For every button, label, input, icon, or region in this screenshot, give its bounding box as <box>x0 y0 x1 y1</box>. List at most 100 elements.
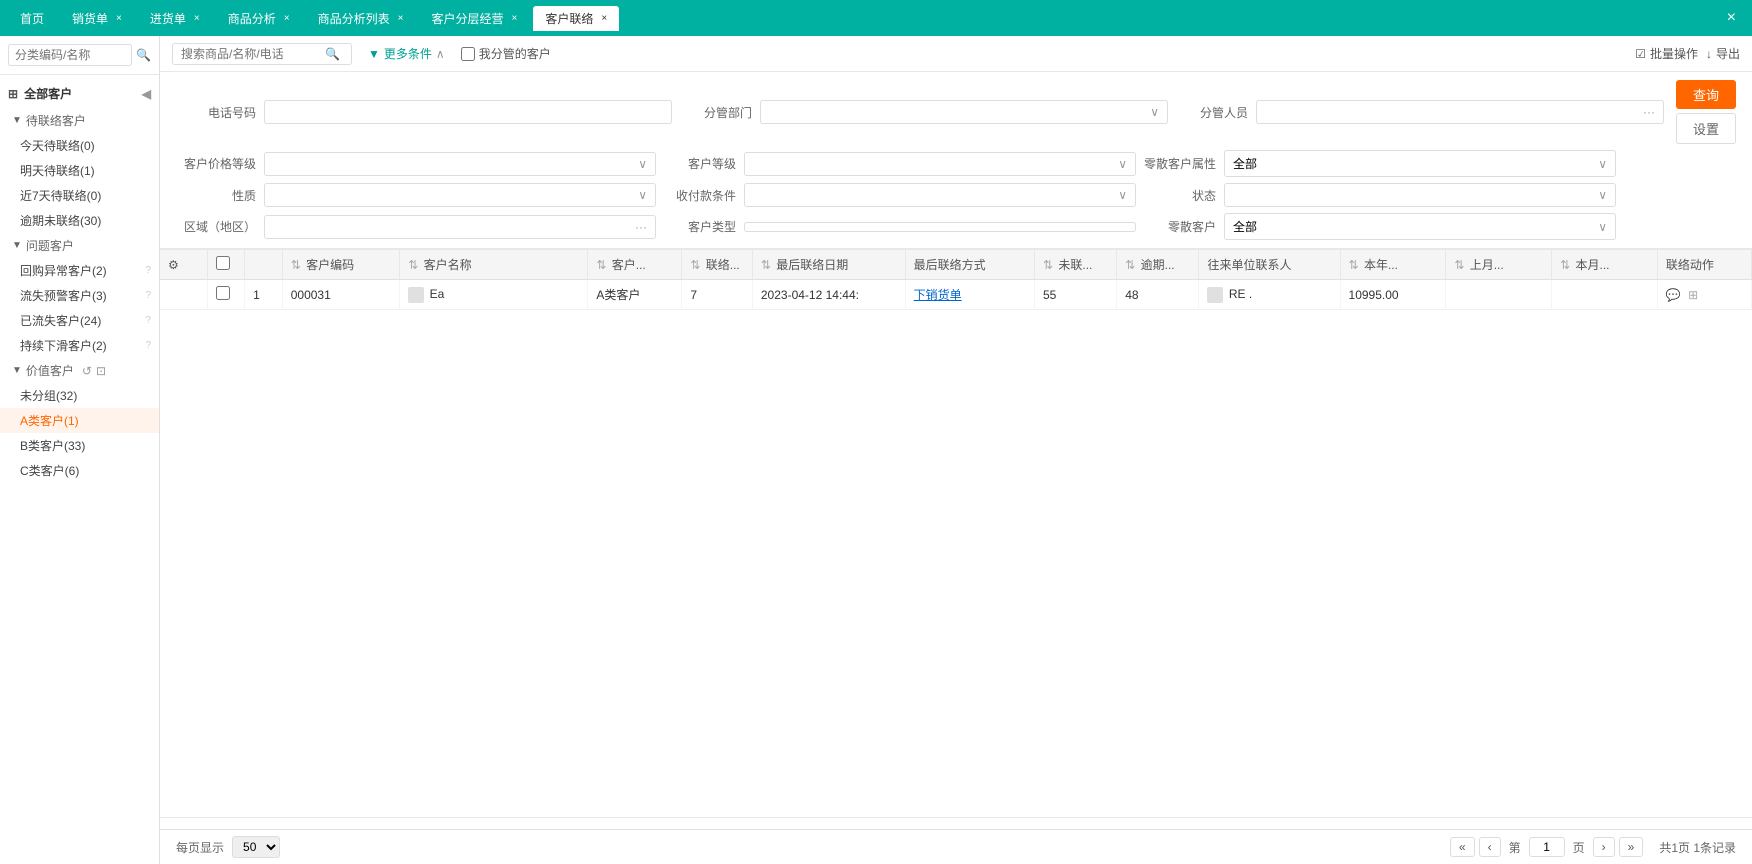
col-settings[interactable]: ⚙ <box>160 250 207 280</box>
next-page-button[interactable]: › <box>1593 837 1615 857</box>
refresh-icon[interactable]: ↺ <box>82 364 92 378</box>
nature-select[interactable]: ∨ <box>264 183 656 207</box>
price-level-select[interactable]: ∨ <box>264 152 656 176</box>
col-contact[interactable]: ⇅ 联络... <box>682 250 753 280</box>
query-button[interactable]: 查询 <box>1676 80 1736 109</box>
export-button[interactable]: ↓ 导出 <box>1706 45 1740 62</box>
horizontal-scrollbar[interactable] <box>160 817 1752 829</box>
col-contact2[interactable]: 往来单位联系人 <box>1199 250 1340 280</box>
search-icon[interactable]: 🔍 <box>325 47 340 61</box>
close-sales-icon[interactable]: × <box>116 13 122 24</box>
sidebar-item-class-c[interactable]: C类客户(6) <box>0 458 159 483</box>
sidebar-item-declining[interactable]: 持续下滑客户(2) ? <box>0 333 159 358</box>
help-icon-1[interactable]: ? <box>145 265 151 276</box>
nav-customer-mgmt[interactable]: 客户分层经营 × <box>419 6 529 31</box>
customer-level-select[interactable]: ∨ <box>744 152 1136 176</box>
sidebar-item-churned[interactable]: 已流失客户(24) ? <box>0 308 159 333</box>
row-checkbox[interactable] <box>207 280 245 310</box>
sidebar-all-customers[interactable]: ⊞ 全部客户 ◀ <box>0 79 159 108</box>
sidebar-collapse-icon[interactable]: ◀ <box>142 87 151 101</box>
action-more-icon[interactable]: ⊞ <box>1688 288 1698 302</box>
sidebar-item-ungraded-label: 未分组(32) <box>20 387 77 404</box>
sidebar-item-churning[interactable]: 流失预警客户(3) ? <box>0 283 159 308</box>
last-method-link[interactable]: 下销货单 <box>914 288 962 302</box>
retail-attr-select[interactable]: 全部 ∨ <box>1224 150 1616 177</box>
action-chat-icon[interactable]: 💬 <box>1666 288 1681 302</box>
sidebar-item-tomorrow[interactable]: 明天待联络(1) <box>0 158 159 183</box>
help-icon-2[interactable]: ? <box>145 290 151 301</box>
retail-select[interactable]: 全部 ∨ <box>1224 213 1616 240</box>
manager-select[interactable]: ··· <box>1256 100 1664 124</box>
close-all-button[interactable]: × <box>1719 5 1744 31</box>
row-no-contact: 55 <box>1034 280 1116 310</box>
close-purchase-icon[interactable]: × <box>194 13 200 24</box>
col-type[interactable]: ⇅ 客户... <box>588 250 682 280</box>
nav-purchase[interactable]: 进货单 × <box>138 6 212 31</box>
col-code[interactable]: ⇅ 客户编码 <box>282 250 400 280</box>
close-product-analysis-icon[interactable]: × <box>284 13 290 24</box>
my-customers-checkbox[interactable] <box>461 47 475 61</box>
nav-customer-contact[interactable]: 客户联络 × <box>533 6 619 31</box>
bulk-ops-button[interactable]: ☑ 批量操作 <box>1635 45 1698 62</box>
sidebar-item-today[interactable]: 今天待联络(0) <box>0 133 159 158</box>
sidebar-search-icon[interactable]: 🔍 <box>136 48 151 62</box>
last-page-button[interactable]: » <box>1619 837 1644 857</box>
nav-product-analysis[interactable]: 商品分析 × <box>216 6 302 31</box>
col-this-year[interactable]: ⇅ 本年... <box>1340 250 1446 280</box>
dept-select[interactable]: ∨ <box>760 100 1168 124</box>
col-last-method[interactable]: 最后联络方式 <box>905 250 1034 280</box>
page-size-select[interactable]: 50 <box>232 836 280 858</box>
status-select[interactable]: ∨ <box>1224 183 1616 207</box>
first-page-button[interactable]: « <box>1450 837 1475 857</box>
sidebar-item-overdue[interactable]: 逾期未联络(30) <box>0 208 159 233</box>
nav-sales[interactable]: 销货单 × <box>60 6 134 31</box>
col-no-contact[interactable]: ⇅ 未联... <box>1034 250 1116 280</box>
region-select[interactable]: ··· <box>264 215 656 239</box>
col-this-month[interactable]: ⇅ 本月... <box>1552 250 1658 280</box>
customer-level-arrow-icon: ∨ <box>1118 157 1127 171</box>
col-name[interactable]: ⇅ 客户名称 <box>400 250 588 280</box>
col-last-month[interactable]: ⇅ 上月... <box>1446 250 1552 280</box>
sidebar-item-abnormal[interactable]: 回购异常客户(2) ? <box>0 258 159 283</box>
close-product-list-icon[interactable]: × <box>398 13 404 24</box>
sidebar-item-7days[interactable]: 近7天待联络(0) <box>0 183 159 208</box>
nav-home[interactable]: 首页 <box>8 6 56 31</box>
sidebar-section-value[interactable]: ▼ 价值客户 ↺ ⊡ <box>0 358 159 383</box>
payment-select[interactable]: ∨ <box>744 183 1136 207</box>
gear-icon[interactable]: ⚙ <box>168 258 179 272</box>
col-last-date[interactable]: ⇅ 最后联络日期 <box>752 250 905 280</box>
sidebar-item-abnormal-label: 回购异常客户(2) <box>20 262 107 279</box>
col-overdue[interactable]: ⇅ 逾期... <box>1117 250 1199 280</box>
sidebar-item-class-b[interactable]: B类客户(33) <box>0 433 159 458</box>
sidebar-search-input[interactable] <box>8 44 132 66</box>
settings-button[interactable]: 设置 <box>1676 113 1736 144</box>
content-area: 🔍 ▼ 更多条件 ∧ 我分管的客户 ☑ 批量操作 <box>160 36 1752 864</box>
sidebar-item-ungraded[interactable]: 未分组(32) <box>0 383 159 408</box>
more-conditions-button[interactable]: ▼ 更多条件 ∧ <box>360 42 453 65</box>
close-customer-mgmt-icon[interactable]: × <box>511 13 517 24</box>
sidebar-item-class-a[interactable]: A类客户(1) <box>0 408 159 433</box>
sidebar-section-problem[interactable]: ▼ 问题客户 <box>0 233 159 258</box>
nav-product-list[interactable]: 商品分析列表 × <box>306 6 416 31</box>
sidebar-section-pending[interactable]: ▼ 待联络客户 <box>0 108 159 133</box>
retail-label: 零散客户 <box>1136 218 1216 235</box>
row-select-checkbox[interactable] <box>216 286 230 300</box>
help-icon-3[interactable]: ? <box>145 315 151 326</box>
filter-field-status: 状态 ∨ <box>1136 183 1616 207</box>
sidebar-section-value-label: 价值客户 <box>26 362 74 379</box>
select-all-checkbox[interactable] <box>216 256 230 270</box>
search-input[interactable] <box>181 47 321 61</box>
settings-icon[interactable]: ⊡ <box>96 364 106 378</box>
page-number-input[interactable] <box>1529 837 1565 857</box>
prev-page-button[interactable]: ‹ <box>1479 837 1501 857</box>
row-code[interactable]: 000031 <box>282 280 400 310</box>
sidebar-item-today-label: 今天待联络(0) <box>20 137 95 154</box>
phone-input[interactable] <box>264 100 672 124</box>
close-customer-contact-icon[interactable]: × <box>601 13 607 24</box>
col-checkbox[interactable] <box>207 250 245 280</box>
customer-type-select[interactable] <box>744 222 1136 232</box>
retail-attr-value: 全部 <box>1233 155 1257 172</box>
col-action: 联络动作 <box>1657 250 1751 280</box>
row-last-method[interactable]: 下销货单 <box>905 280 1034 310</box>
help-icon-4[interactable]: ? <box>145 340 151 351</box>
